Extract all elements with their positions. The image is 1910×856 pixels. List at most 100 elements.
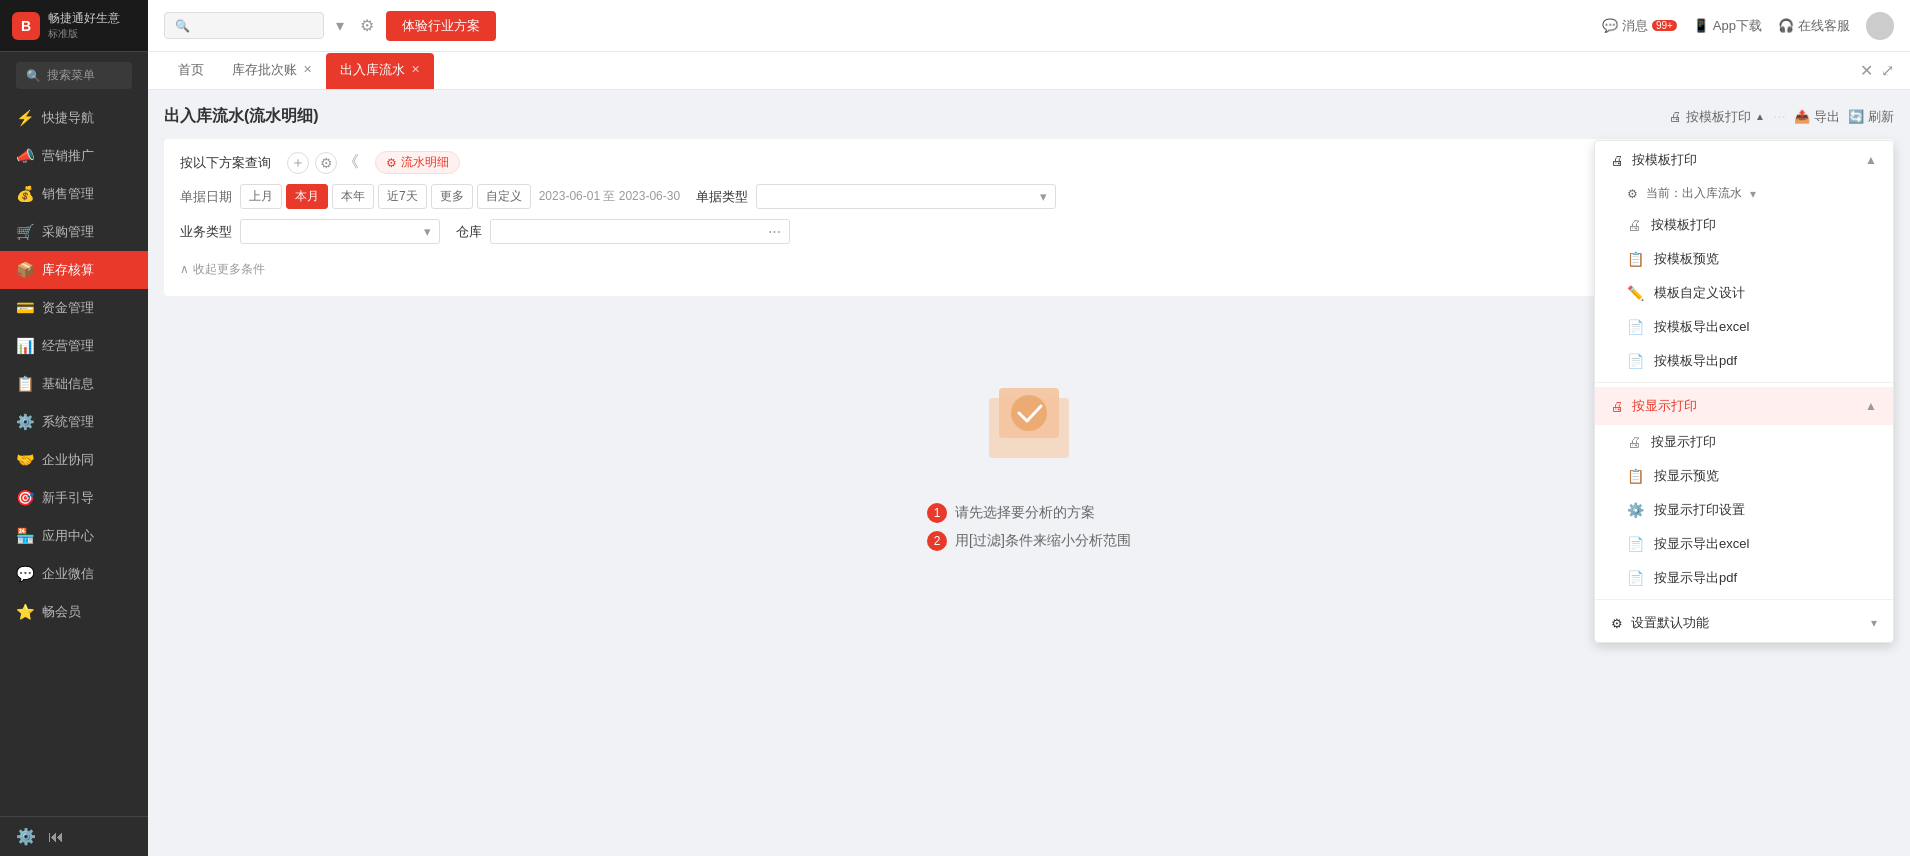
page-content-area: 出入库流水(流水明细) 🖨 按模板打印 ▲ ⋯ 📤 导出 🔄 刷新 [148, 90, 1910, 856]
logo-icon: B [12, 12, 40, 40]
display-preview-icon: 📋 [1627, 468, 1644, 484]
set-default-section-header[interactable]: ⚙ 设置默认功能 ▾ [1595, 604, 1893, 642]
app-download-button[interactable]: 📱 App下载 [1693, 17, 1762, 35]
export-button[interactable]: 📤 导出 [1794, 108, 1840, 126]
sidebar-item-sales[interactable]: 💰 销售管理 [0, 175, 148, 213]
online-service-button[interactable]: 🎧 在线客服 [1778, 17, 1850, 35]
biz-type-dropdown-icon: ▾ [424, 224, 431, 239]
sidebar-bottom: ⚙️ ⏮ [0, 816, 148, 856]
export-icon: 📤 [1794, 109, 1810, 124]
current-expand-icon: ▾ [1750, 187, 1756, 201]
sidebar-item-wechat[interactable]: 💬 企业微信 [0, 555, 148, 593]
date-btn-this-year[interactable]: 本年 [332, 184, 374, 209]
template-print-button[interactable]: 🖨 按模板打印 ▲ [1669, 108, 1765, 126]
dropdown-item-template-print[interactable]: 🖨 按模板打印 [1595, 208, 1893, 242]
tab-close-batch[interactable]: ✕ [303, 63, 312, 76]
dropdown-item-display-print-settings[interactable]: ⚙️ 按显示打印设置 [1595, 493, 1893, 527]
doc-type-dropdown-icon: ▾ [1040, 189, 1047, 204]
tab-close-all-icon[interactable]: ✕ [1860, 61, 1873, 80]
sidebar-item-basic[interactable]: 📋 基础信息 [0, 365, 148, 403]
display-print-section-header[interactable]: 🖨 按显示打印 ▲ [1595, 387, 1893, 425]
settings-icon[interactable]: ⚙ [356, 12, 378, 39]
biz-type-select[interactable]: ▾ [240, 219, 440, 244]
sidebar-menu: 🔍 搜索菜单 ⚡ 快捷导航 📣 营销推广 💰 销售管理 🛒 采购管理 📦 库存核… [0, 52, 148, 816]
warehouse-dropdown-icon: ⋯ [768, 224, 781, 239]
dropdown-item-display-export-pdf[interactable]: 📄 按显示导出pdf [1595, 561, 1893, 595]
template-preview-icon: 📋 [1627, 251, 1644, 267]
date-btn-this-month[interactable]: 本月 [286, 184, 328, 209]
refresh-button[interactable]: 🔄 刷新 [1848, 108, 1894, 126]
sidebar-item-marketing[interactable]: 📣 营销推广 [0, 137, 148, 175]
default-icon: ⚙ [1611, 616, 1623, 631]
collapse-sidebar-icon[interactable]: ⏮ [48, 828, 64, 846]
empty-hint-2: 2 用[过滤]条件来缩小分析范围 [927, 531, 1131, 551]
tab-batch[interactable]: 库存批次账 ✕ [218, 53, 326, 89]
tab-home[interactable]: 首页 [164, 53, 218, 89]
sales-icon: 💰 [16, 185, 34, 203]
date-btn-more[interactable]: 更多 [431, 184, 473, 209]
sidebar-item-finance[interactable]: 💳 资金管理 [0, 289, 148, 327]
settings-gear-icon[interactable]: ⚙️ [16, 827, 36, 846]
display-excel-icon: 📄 [1627, 536, 1644, 552]
warehouse-select[interactable]: ⋯ [490, 219, 790, 244]
active-filter-tag[interactable]: ⚙ 流水明细 [375, 151, 460, 174]
date-btn-7days[interactable]: 近7天 [378, 184, 427, 209]
coop-icon: 🤝 [16, 451, 34, 469]
sidebar-item-coop[interactable]: 🤝 企业协同 [0, 441, 148, 479]
current-icon: ⚙ [1627, 187, 1638, 201]
tab-close-flow[interactable]: ✕ [411, 63, 420, 76]
refresh-icon: 🔄 [1848, 109, 1864, 124]
dropdown-arrow-icon[interactable]: ▾ [332, 12, 348, 39]
industry-solution-button[interactable]: 体验行业方案 [386, 11, 496, 41]
sidebar-item-operations[interactable]: 📊 经营管理 [0, 327, 148, 365]
template-print-icon: 🖨 [1627, 217, 1641, 233]
filter-add-button[interactable]: ＋ [287, 152, 309, 174]
dropdown-item-display-print[interactable]: 🖨 按显示打印 [1595, 425, 1893, 459]
chevron-up-icon: ∧ [180, 262, 189, 276]
sidebar-search-btn[interactable]: 🔍 搜索菜单 [16, 62, 132, 89]
dropdown-item-display-preview[interactable]: 📋 按显示预览 [1595, 459, 1893, 493]
guide-icon: 🎯 [16, 489, 34, 507]
avatar[interactable] [1866, 12, 1894, 40]
dropdown-item-template-preview[interactable]: 📋 按模板预览 [1595, 242, 1893, 276]
topbar-search[interactable]: 🔍 [164, 12, 324, 39]
sidebar-item-appstore[interactable]: 🏪 应用中心 [0, 517, 148, 555]
collapse-more-button[interactable]: ∧ 收起更多条件 [180, 254, 265, 284]
date-buttons: 上月 本月 本年 近7天 更多 自定义 [240, 184, 531, 209]
sidebar-item-purchase[interactable]: 🛒 采购管理 [0, 213, 148, 251]
sidebar-item-guide[interactable]: 🎯 新手引导 [0, 479, 148, 517]
date-btn-custom[interactable]: 自定义 [477, 184, 531, 209]
template-print-section-header[interactable]: 🖨 按模板打印 ▲ [1595, 141, 1893, 179]
filter-setting-button[interactable]: ⚙ [315, 152, 337, 174]
tab-expand-icon[interactable]: ⤢ [1881, 61, 1894, 80]
vip-icon: ⭐ [16, 603, 34, 621]
date-btn-last-month[interactable]: 上月 [240, 184, 282, 209]
sidebar-item-quick[interactable]: ⚡ 快捷导航 [0, 99, 148, 137]
doc-type-select[interactable]: ▾ [756, 184, 1056, 209]
display-pdf-icon: 📄 [1627, 570, 1644, 586]
page-header: 出入库流水(流水明细) 🖨 按模板打印 ▲ ⋯ 📤 导出 🔄 刷新 [164, 106, 1894, 127]
sidebar-item-system[interactable]: ⚙️ 系统管理 [0, 403, 148, 441]
dropdown-item-template-export-excel[interactable]: 📄 按模板导出excel [1595, 310, 1893, 344]
svg-point-2 [1011, 395, 1047, 431]
messages-button[interactable]: 💬 消息 99+ [1602, 17, 1677, 35]
dropdown-item-template-export-pdf[interactable]: 📄 按模板导出pdf [1595, 344, 1893, 378]
template-current-label: ⚙ 当前：出入库流水 ▾ [1595, 179, 1893, 208]
filter-collapse-button[interactable]: 《 [343, 152, 359, 173]
tab-flow[interactable]: 出入库流水 ✕ [326, 53, 434, 89]
dropdown-item-template-customize[interactable]: ✏️ 模板自定义设计 [1595, 276, 1893, 310]
sidebar-search-container[interactable]: 🔍 搜索菜单 [0, 52, 148, 99]
inventory-icon: 📦 [16, 261, 34, 279]
logo-text: 畅捷通好生意 标准版 [48, 11, 120, 40]
sidebar-item-inventory[interactable]: 📦 库存核算 [0, 251, 148, 289]
filter-actions: ＋ ⚙ 《 [287, 152, 359, 174]
dropdown-item-display-export-excel[interactable]: 📄 按显示导出excel [1595, 527, 1893, 561]
wechat-icon: 💬 [16, 565, 34, 583]
printer-section-icon: 🖨 [1611, 153, 1624, 168]
purchase-icon: 🛒 [16, 223, 34, 241]
headset-icon: 🎧 [1778, 18, 1794, 33]
topbar-right: 💬 消息 99+ 📱 App下载 🎧 在线客服 [1602, 12, 1894, 40]
sidebar-item-vip[interactable]: ⭐ 畅会员 [0, 593, 148, 631]
page-title: 出入库流水(流水明细) [164, 106, 319, 127]
default-expand-icon: ▾ [1871, 616, 1877, 630]
